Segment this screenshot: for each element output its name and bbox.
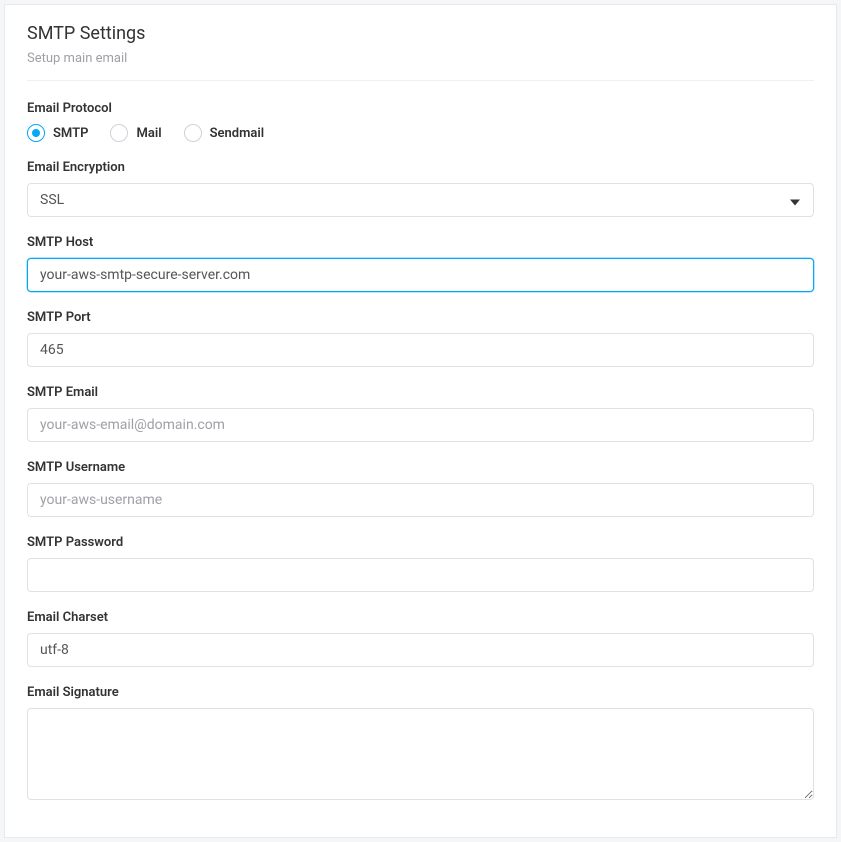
panel-subtitle: Setup main email xyxy=(27,51,814,66)
select-email-encryption[interactable]: SSL xyxy=(27,183,814,217)
field-smtp-password: SMTP Password xyxy=(27,535,814,592)
field-email-charset: Email Charset xyxy=(27,610,814,667)
smtp-settings-panel: SMTP Settings Setup main email Email Pro… xyxy=(4,4,837,838)
label-smtp-port: SMTP Port xyxy=(27,310,814,325)
field-smtp-host: SMTP Host xyxy=(27,235,814,292)
input-smtp-password[interactable] xyxy=(27,558,814,592)
input-email-charset[interactable] xyxy=(27,633,814,667)
radio-sendmail[interactable]: Sendmail xyxy=(184,124,265,142)
field-email-encryption: Email Encryption SSL xyxy=(27,160,814,217)
textarea-email-signature[interactable] xyxy=(27,708,814,800)
radio-smtp[interactable]: SMTP xyxy=(27,124,88,142)
radio-icon xyxy=(27,124,45,142)
panel-title: SMTP Settings xyxy=(27,23,814,44)
radio-label-sendmail: Sendmail xyxy=(210,126,265,141)
input-smtp-host[interactable] xyxy=(27,258,814,292)
label-smtp-password: SMTP Password xyxy=(27,535,814,550)
label-smtp-host: SMTP Host xyxy=(27,235,814,250)
radio-label-mail: Mail xyxy=(136,126,161,141)
radio-icon xyxy=(110,124,128,142)
field-smtp-username: SMTP Username xyxy=(27,460,814,517)
field-smtp-email: SMTP Email xyxy=(27,385,814,442)
label-email-charset: Email Charset xyxy=(27,610,814,625)
field-email-protocol: Email Protocol SMTP Mail Sendmail xyxy=(27,101,814,142)
panel-header: SMTP Settings Setup main email xyxy=(27,23,814,81)
radio-label-smtp: SMTP xyxy=(53,126,88,141)
label-email-encryption: Email Encryption xyxy=(27,160,814,175)
label-email-signature: Email Signature xyxy=(27,685,814,700)
input-smtp-port[interactable] xyxy=(27,333,814,367)
label-smtp-email: SMTP Email xyxy=(27,385,814,400)
field-email-signature: Email Signature xyxy=(27,685,814,804)
input-smtp-username[interactable] xyxy=(27,483,814,517)
radio-icon xyxy=(184,124,202,142)
protocol-radio-group: SMTP Mail Sendmail xyxy=(27,124,814,142)
label-email-protocol: Email Protocol xyxy=(27,101,814,116)
label-smtp-username: SMTP Username xyxy=(27,460,814,475)
input-smtp-email[interactable] xyxy=(27,408,814,442)
radio-mail[interactable]: Mail xyxy=(110,124,161,142)
field-smtp-port: SMTP Port xyxy=(27,310,814,367)
